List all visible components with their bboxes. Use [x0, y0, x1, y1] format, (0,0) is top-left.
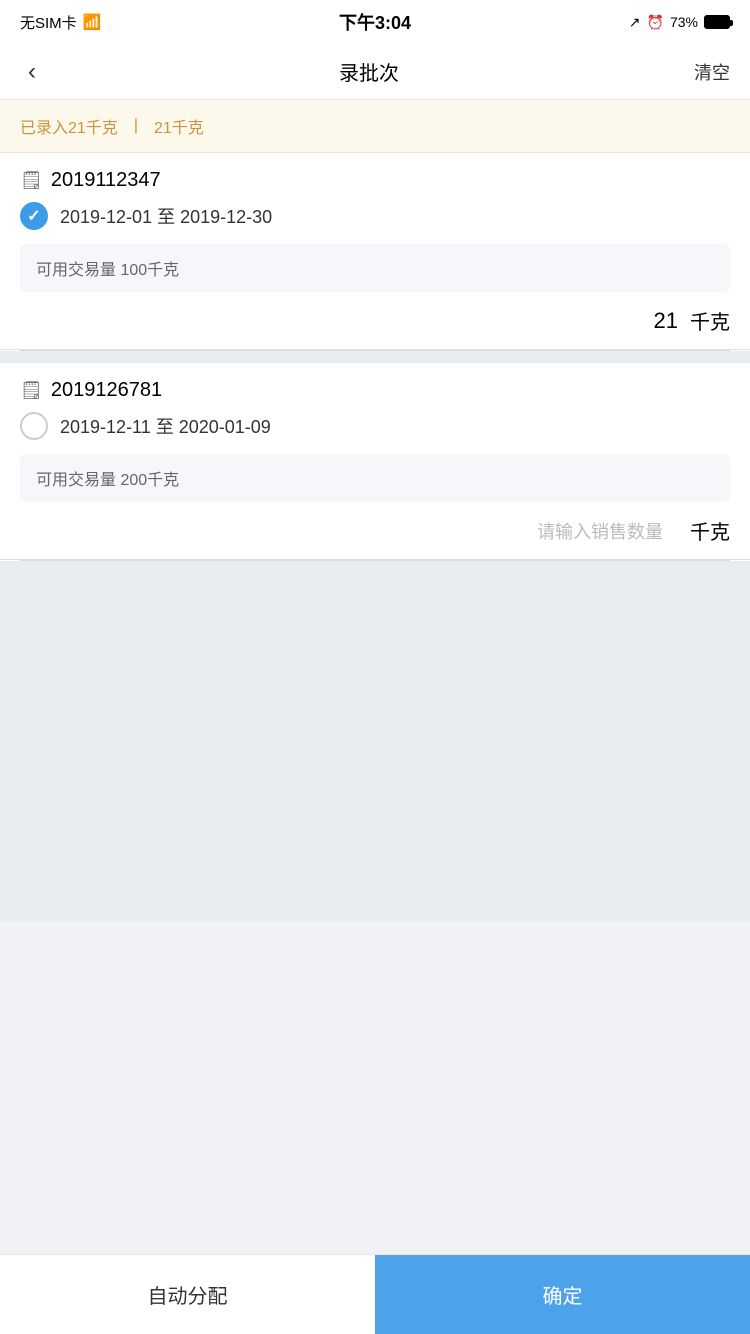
status-left: 无SIM卡 📶: [20, 12, 101, 33]
batch-date-row-1: 2019-12-01 至 2019-12-30: [20, 202, 730, 230]
batch-doc-icon-1: 🗒: [20, 170, 43, 191]
qty-value-1: 21: [654, 308, 678, 334]
batch-item-1: 🗒 2019112347 2019-12-01 至 2019-12-30 可用交…: [0, 153, 750, 351]
page-title: 录批次: [339, 57, 399, 86]
status-time: 下午3:04: [339, 9, 411, 35]
batch-item-1-inner: 🗒 2019112347 2019-12-01 至 2019-12-30 可用交…: [0, 153, 750, 292]
batch-header-1: 🗒 2019112347: [20, 169, 730, 192]
qty-unit-1: 千克: [690, 306, 730, 335]
batch-qty-text-2: 可用交易量 200千克: [36, 472, 179, 489]
status-bar: 无SIM卡 📶 下午3:04 ↗ ⏰ 73%: [0, 0, 750, 44]
batch-qty-text-1: 可用交易量 100千克: [36, 262, 179, 279]
status-right: ↗ ⏰ 73%: [629, 14, 730, 31]
batch-qty-box-2: 可用交易量 200千克: [20, 454, 730, 502]
qty-row-2: 千克: [0, 502, 750, 560]
qty-input-wrapper-2: [20, 518, 678, 544]
batch-item-2: 🗒 2019126781 2019-12-11 至 2020-01-09 可用交…: [0, 363, 750, 561]
battery-icon: [704, 15, 730, 29]
qty-unit-2: 千克: [690, 516, 730, 545]
batch-date-2: 2019-12-11 至 2020-01-09: [60, 413, 271, 439]
back-button[interactable]: ‹: [20, 50, 44, 94]
clear-button[interactable]: 清空: [694, 59, 730, 85]
radio-button-2[interactable]: [20, 412, 48, 440]
location-icon: ↗: [629, 14, 641, 31]
alarm-icon: ⏰: [647, 14, 664, 31]
auto-distribute-button[interactable]: 自动分配: [0, 1255, 375, 1334]
batch-qty-box-1: 可用交易量 100千克: [20, 244, 730, 292]
batch-date-row-2: 2019-12-11 至 2020-01-09: [20, 412, 730, 440]
confirm-button[interactable]: 确定: [375, 1255, 750, 1334]
content-wrapper: 已录入21千克 | 21千克 🗒 2019112347 2019-12-01 至…: [0, 100, 750, 1001]
info-amount: 21千克: [154, 114, 204, 138]
bottom-bar: 自动分配 确定: [0, 1254, 750, 1334]
batch-doc-icon-2: 🗒: [20, 380, 43, 401]
info-divider: |: [134, 117, 138, 135]
info-bar: 已录入21千克 | 21千克: [0, 100, 750, 153]
batch-number-2: 2019126781: [51, 379, 162, 402]
recorded-label: 已录入21千克: [20, 114, 118, 138]
sim-text: 无SIM卡: [20, 12, 77, 33]
qty-input-2[interactable]: [20, 518, 678, 544]
batch-item-2-inner: 🗒 2019126781 2019-12-11 至 2020-01-09 可用交…: [0, 363, 750, 502]
section-divider: [0, 351, 750, 363]
batch-number-1: 2019112347: [51, 169, 161, 192]
batch-date-1: 2019-12-01 至 2019-12-30: [60, 203, 272, 229]
nav-bar: ‹ 录批次 清空: [0, 44, 750, 100]
battery-percent: 73%: [670, 14, 698, 30]
empty-area: [0, 561, 750, 921]
radio-button-1[interactable]: [20, 202, 48, 230]
wifi-icon: 📶: [83, 13, 102, 31]
qty-input-wrapper-1: 21: [20, 308, 678, 334]
qty-row-1: 21 千克: [0, 292, 750, 350]
batch-header-2: 🗒 2019126781: [20, 379, 730, 402]
